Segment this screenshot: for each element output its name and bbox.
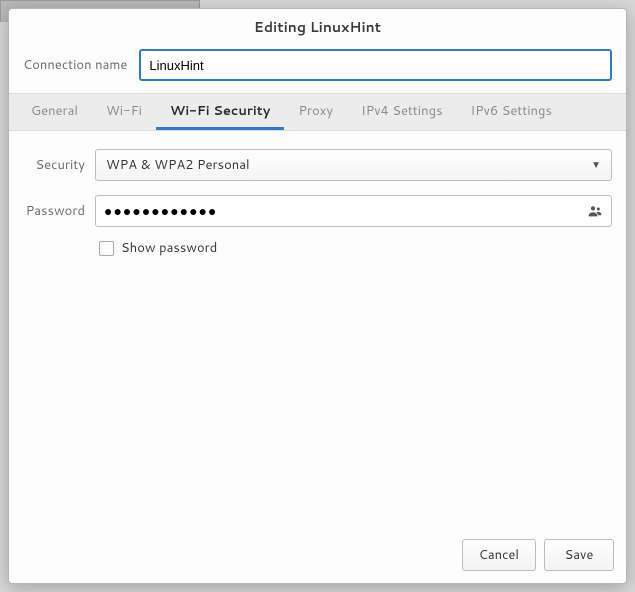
connection-name-label: Connection name <box>23 56 127 74</box>
security-row: Security WPA & WPA2 Personal ▼ <box>23 149 612 181</box>
show-password-checkbox[interactable] <box>99 241 114 256</box>
tab-wifi[interactable]: Wi-Fi <box>92 94 156 130</box>
editing-dialog: Editing LinuxHint Connection name Genera… <box>8 8 627 584</box>
password-input[interactable] <box>104 203 587 219</box>
tab-wifi-security[interactable]: Wi-Fi Security <box>156 94 284 130</box>
password-field-wrap <box>95 195 612 227</box>
dialog-footer: Cancel Save <box>9 529 626 583</box>
tab-content: Security WPA & WPA2 Personal ▼ Password … <box>9 131 626 529</box>
save-button[interactable]: Save <box>544 539 614 571</box>
security-value: WPA & WPA2 Personal <box>106 156 250 174</box>
password-row: Password <box>23 195 612 227</box>
chevron-down-icon: ▼ <box>591 158 601 172</box>
tab-ipv4-settings[interactable]: IPv4 Settings <box>347 94 456 130</box>
cancel-button[interactable]: Cancel <box>462 539 536 571</box>
show-password-row: Show password <box>99 239 612 257</box>
tab-ipv6-settings[interactable]: IPv6 Settings <box>457 94 566 130</box>
password-label: Password <box>23 202 85 220</box>
connection-name-input[interactable] <box>139 49 612 81</box>
connection-name-row: Connection name <box>9 45 626 93</box>
show-password-label: Show password <box>121 239 217 257</box>
security-label: Security <box>23 156 85 174</box>
users-icon[interactable] <box>587 203 603 219</box>
security-select[interactable]: WPA & WPA2 Personal ▼ <box>95 149 612 181</box>
tabs-bar: General Wi-Fi Wi-Fi Security Proxy IPv4 … <box>9 93 626 131</box>
tab-proxy[interactable]: Proxy <box>284 94 347 130</box>
dialog-title: Editing LinuxHint <box>9 9 626 45</box>
tab-general[interactable]: General <box>17 94 92 130</box>
